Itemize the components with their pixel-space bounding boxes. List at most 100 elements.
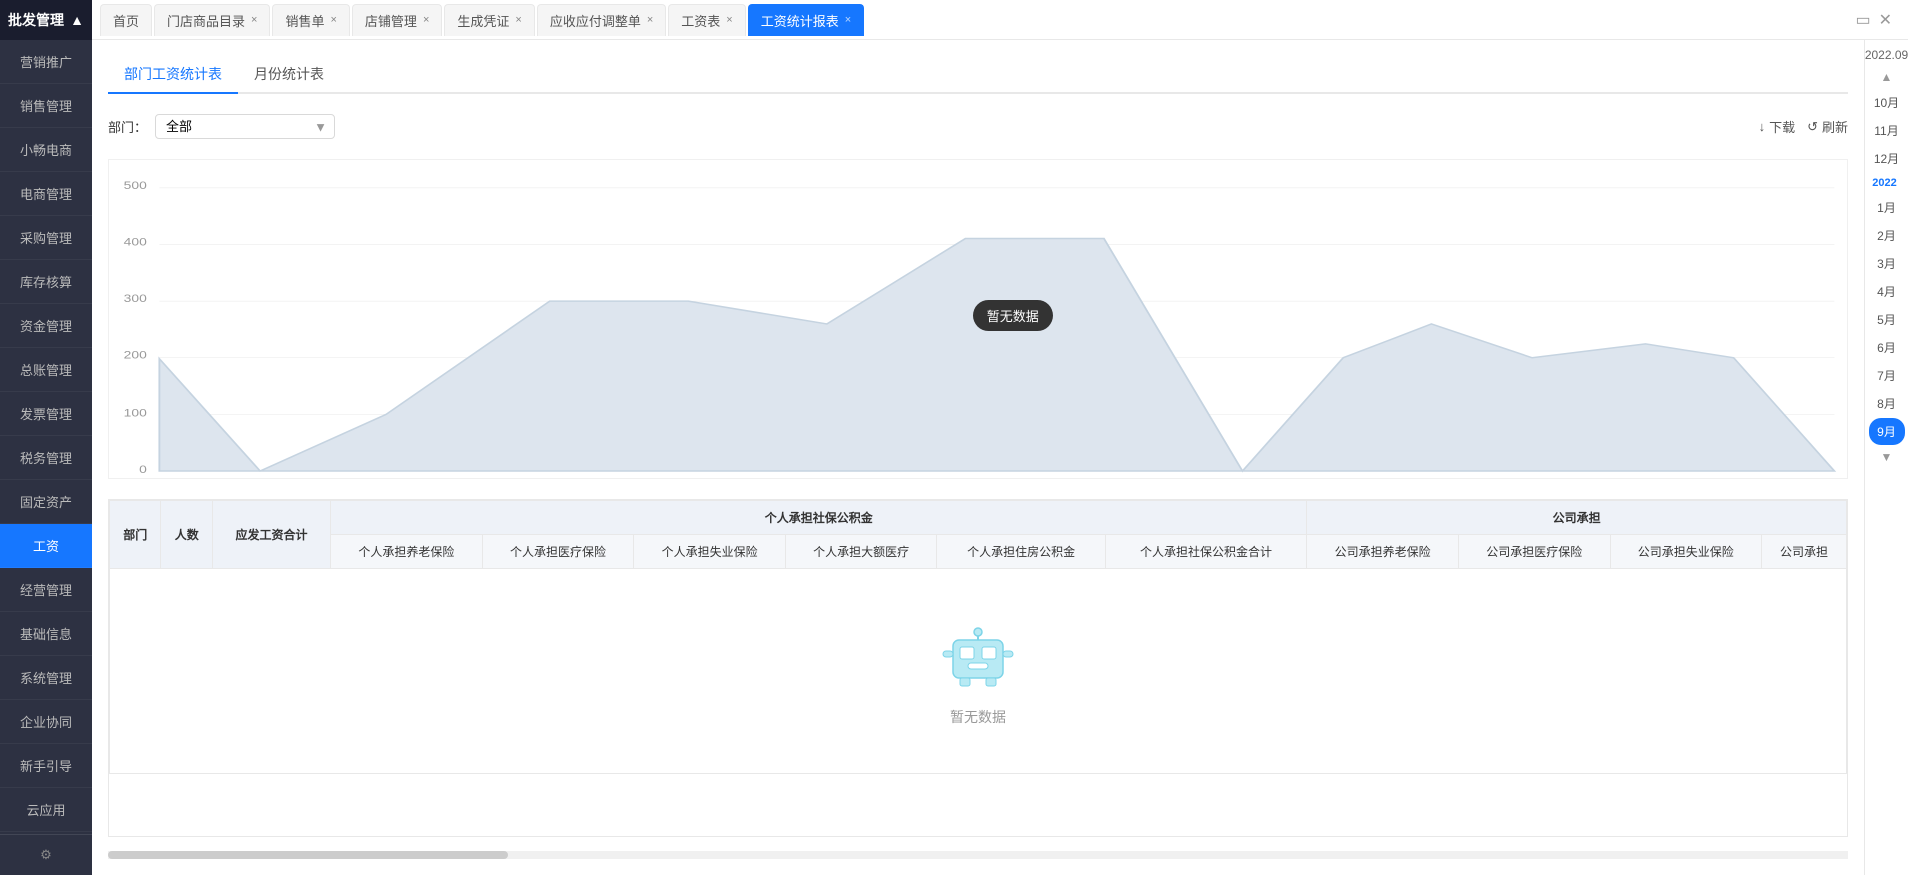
col-group-personal: 个人承担社保公积金	[331, 501, 1307, 535]
dept-filter-label: 部门：	[108, 117, 147, 136]
chart-container: 0 100 200 300 400 500 暂无数据	[108, 159, 1848, 479]
action-btn-下载[interactable]: ↓下载	[1759, 117, 1796, 136]
svg-text:400: 400	[124, 236, 147, 248]
empty-row: 暂无数据	[110, 569, 1847, 774]
date-month-6月[interactable]: 6月	[1869, 334, 1905, 361]
tab-销售单[interactable]: 销售单×	[272, 4, 349, 36]
date-nav-up[interactable]: ▲	[1873, 66, 1901, 88]
date-month-3月[interactable]: 3月	[1869, 250, 1905, 277]
window-controls: ▭ ✕	[1847, 10, 1900, 30]
col-p-medical: 个人承担医疗保险	[482, 535, 634, 569]
sidebar-item-税务管理[interactable]: 税务管理	[0, 436, 92, 480]
date-month-12月[interactable]: 12月	[1869, 145, 1905, 172]
tab-店铺管理[interactable]: 店铺管理×	[352, 4, 442, 36]
col-c-unemployment: 公司承担失业保险	[1610, 535, 1762, 569]
sidebar-item-营销推广[interactable]: 营销推广	[0, 40, 92, 84]
col-p-housing: 个人承担住房公积金	[937, 535, 1105, 569]
sidebar-item-经营管理[interactable]: 经营管理	[0, 568, 92, 612]
svg-text:100: 100	[124, 407, 147, 419]
sidebar-item-工资[interactable]: 工资	[0, 524, 92, 568]
settings-icon[interactable]: ⚙	[40, 847, 52, 862]
page-content: 部门工资统计表月份统计表 部门： 全部 ▼ ↓下载 ↺刷新	[92, 40, 1864, 875]
col-p-unemployment: 个人承担失业保险	[634, 535, 786, 569]
col-group-company: 公司承担	[1307, 501, 1847, 535]
date-month-1月[interactable]: 1月	[1869, 194, 1905, 221]
svg-text:300: 300	[124, 292, 147, 304]
col-p-total: 个人承担社保公积金合计	[1105, 535, 1307, 569]
tab-应收应付调整单[interactable]: 应收应付调整单×	[537, 4, 666, 36]
sidebar-item-固定资产[interactable]: 固定资产	[0, 480, 92, 524]
svg-text:0: 0	[139, 463, 147, 475]
tab-工资统计报表[interactable]: 工资统计报表×	[748, 4, 864, 36]
sidebar-item-发票管理[interactable]: 发票管理	[0, 392, 92, 436]
sidebar-item-系统管理[interactable]: 系统管理	[0, 656, 92, 700]
date-month-2月[interactable]: 2月	[1869, 222, 1905, 249]
date-month-4月[interactable]: 4月	[1869, 278, 1905, 305]
tab-close-门店商品目录[interactable]: ×	[251, 14, 257, 26]
sidebar-footer[interactable]: ⚙	[0, 834, 92, 875]
action-btn-刷新[interactable]: ↺刷新	[1807, 117, 1848, 136]
sidebar-item-总账管理[interactable]: 总账管理	[0, 348, 92, 392]
table-container[interactable]: 部门 人数 应发工资合计 个人承担社保公积金 公司承担 个人承担养老保险 个人承…	[108, 499, 1848, 837]
empty-state: 暂无数据	[116, 575, 1840, 767]
tab-close-店铺管理[interactable]: ×	[423, 14, 429, 26]
dept-select[interactable]: 全部	[155, 114, 335, 139]
date-month-11月[interactable]: 11月	[1869, 117, 1905, 144]
col-p-pension: 个人承担养老保险	[331, 535, 483, 569]
tab-首页[interactable]: 首页	[100, 4, 152, 36]
date-nav-down[interactable]: ▼	[1873, 446, 1901, 468]
date-month-5月[interactable]: 5月	[1869, 306, 1905, 333]
date-month-7月[interactable]: 7月	[1869, 362, 1905, 389]
sidebar-item-云应用[interactable]: 云应用	[0, 788, 92, 832]
sidebar-item-电商管理[interactable]: 电商管理	[0, 172, 92, 216]
sidebar-item-小畅电商[interactable]: 小畅电商	[0, 128, 92, 172]
tab-close-工资统计报表[interactable]: ×	[845, 14, 851, 26]
date-month-10月[interactable]: 10月	[1869, 89, 1905, 116]
date-month-9月[interactable]: 9月	[1869, 418, 1905, 445]
sidebar-item-销售管理[interactable]: 销售管理	[0, 84, 92, 128]
tab-close-销售单[interactable]: ×	[330, 14, 336, 26]
sub-tab-月份统计表[interactable]: 月份统计表	[238, 56, 340, 94]
restore-button[interactable]: ▭	[1855, 10, 1870, 30]
toolbar-row: 部门： 全部 ▼ ↓下载 ↺刷新	[108, 114, 1848, 139]
sidebar: 批发管理 ▲ 营销推广销售管理小畅电商电商管理采购管理库存核算资金管理总账管理发…	[0, 0, 92, 875]
sidebar-item-资金管理[interactable]: 资金管理	[0, 304, 92, 348]
horizontal-scrollbar[interactable]	[108, 851, 1848, 859]
sidebar-item-基础信息[interactable]: 基础信息	[0, 612, 92, 656]
action-icon-下载: ↓	[1759, 119, 1766, 134]
sidebar-item-采购管理[interactable]: 采购管理	[0, 216, 92, 260]
tab-bar: 首页门店商品目录×销售单×店铺管理×生成凭证×应收应付调整单×工资表×工资统计报…	[92, 0, 1908, 40]
close-button[interactable]: ✕	[1879, 10, 1892, 30]
col-c-other: 公司承担	[1762, 535, 1847, 569]
sidebar-item-库存核算[interactable]: 库存核算	[0, 260, 92, 304]
content-area: 部门工资统计表月份统计表 部门： 全部 ▼ ↓下载 ↺刷新	[92, 40, 1908, 875]
main-area: 首页门店商品目录×销售单×店铺管理×生成凭证×应收应付调整单×工资表×工资统计报…	[92, 0, 1908, 875]
data-table: 部门 人数 应发工资合计 个人承担社保公积金 公司承担 个人承担养老保险 个人承…	[109, 500, 1847, 774]
sidebar-items: 营销推广销售管理小畅电商电商管理采购管理库存核算资金管理总账管理发票管理税务管理…	[0, 40, 92, 832]
empty-state-icon	[938, 615, 1018, 695]
chart-no-data-tooltip: 暂无数据	[973, 300, 1053, 331]
col-c-pension: 公司承担养老保险	[1307, 535, 1459, 569]
sidebar-header[interactable]: 批发管理 ▲	[0, 0, 92, 40]
sidebar-arrow-icon: ▲	[70, 12, 84, 28]
col-total-wage: 应发工资合计	[212, 501, 330, 569]
col-c-medical: 公司承担医疗保险	[1458, 535, 1610, 569]
action-buttons: ↓下载 ↺刷新	[1759, 117, 1848, 136]
dept-select-wrapper: 全部 ▼	[155, 114, 335, 139]
date-month-8月[interactable]: 8月	[1869, 390, 1905, 417]
scroll-thumb[interactable]	[108, 851, 508, 859]
tab-close-应收应付调整单[interactable]: ×	[647, 14, 653, 26]
empty-state-label: 暂无数据	[950, 707, 1006, 727]
sidebar-item-企业协同[interactable]: 企业协同	[0, 700, 92, 744]
date-year-2022[interactable]: 2022	[1867, 173, 1903, 193]
tab-生成凭证[interactable]: 生成凭证×	[444, 4, 534, 36]
date-panel-current: 2022.09	[1864, 44, 1908, 66]
sidebar-item-新手引导[interactable]: 新手引导	[0, 744, 92, 788]
tab-close-生成凭证[interactable]: ×	[515, 14, 521, 26]
tab-close-工资表[interactable]: ×	[726, 14, 732, 26]
sub-tab-部门工资统计表[interactable]: 部门工资统计表	[108, 56, 238, 94]
tab-门店商品目录[interactable]: 门店商品目录×	[154, 4, 270, 36]
tab-工资表[interactable]: 工资表×	[668, 4, 745, 36]
tab-items-container: 首页门店商品目录×销售单×店铺管理×生成凭证×应收应付调整单×工资表×工资统计报…	[100, 4, 1845, 36]
svg-text:500: 500	[124, 179, 147, 191]
